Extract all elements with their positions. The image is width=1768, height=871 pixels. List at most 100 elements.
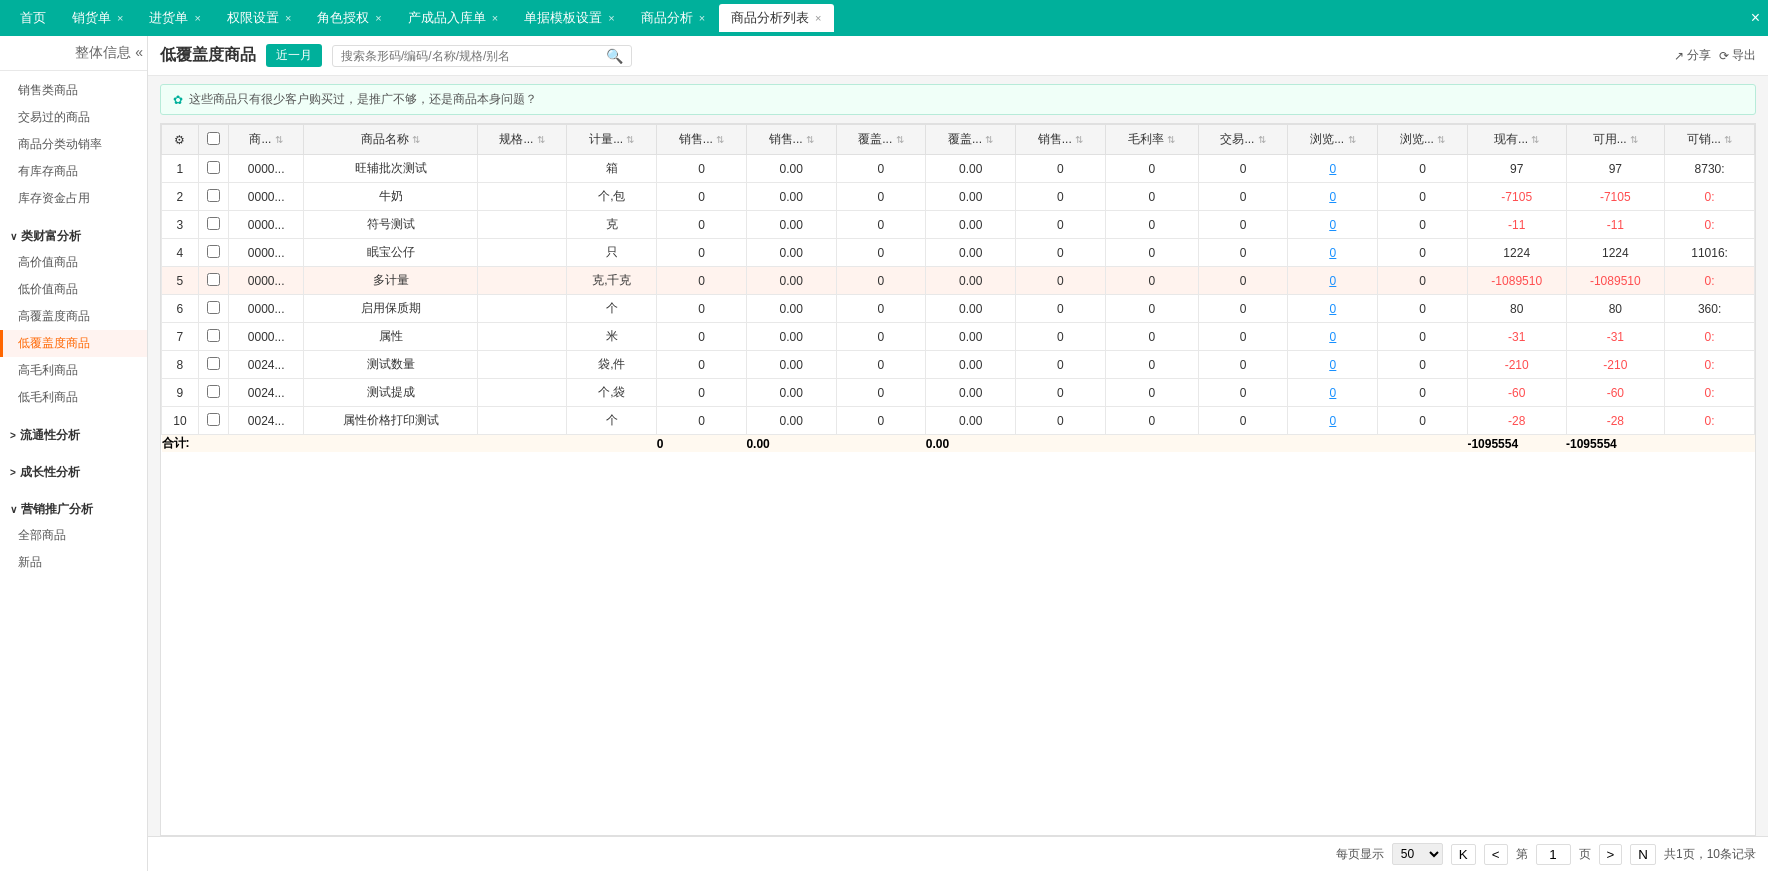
- sidebar-item-all-goods[interactable]: 全部商品: [0, 522, 147, 549]
- col-cov2[interactable]: 覆盖... ⇅: [926, 125, 1016, 155]
- row-browse1[interactable]: 0: [1288, 407, 1378, 435]
- row-checkbox[interactable]: [198, 267, 228, 295]
- nav-tab-analysis-list[interactable]: 商品分析列表 ×: [719, 4, 833, 32]
- col-sales3[interactable]: 销售... ⇅: [1016, 125, 1106, 155]
- row-browse1[interactable]: 0: [1288, 155, 1378, 183]
- sidebar-item-sales-goods[interactable]: 销售类商品: [0, 77, 147, 104]
- sidebar-item-high-coverage[interactable]: 高覆盖度商品: [0, 303, 147, 330]
- sidebar-group-marketing-title[interactable]: ∨ 营销推广分析: [0, 497, 147, 522]
- col-browse1[interactable]: 浏览... ⇅: [1288, 125, 1378, 155]
- sidebar-item-traded-goods[interactable]: 交易过的商品: [0, 104, 147, 131]
- col-code[interactable]: 商... ⇅: [228, 125, 303, 155]
- period-button[interactable]: 近一月: [266, 44, 322, 67]
- nav-tab-analysis-close[interactable]: ×: [699, 12, 705, 24]
- col-browse2[interactable]: 浏览... ⇅: [1378, 125, 1468, 155]
- col-name[interactable]: 商品名称 ⇅: [304, 125, 477, 155]
- row-cov1: 0: [836, 155, 926, 183]
- row-browse1[interactable]: 0: [1288, 379, 1378, 407]
- last-page-button[interactable]: N: [1630, 844, 1656, 865]
- sidebar-item-category-rate[interactable]: 商品分类动销率: [0, 131, 147, 158]
- row-browse1[interactable]: 0: [1288, 239, 1378, 267]
- nav-tab-analysis[interactable]: 商品分析 ×: [629, 4, 717, 32]
- row-checkbox[interactable]: [198, 211, 228, 239]
- nav-tab-product-entry-close[interactable]: ×: [492, 12, 498, 24]
- col-settings[interactable]: ⚙: [162, 125, 199, 155]
- nav-tab-permissions-close[interactable]: ×: [285, 12, 291, 24]
- row-sales1: 0: [657, 323, 747, 351]
- row-unit: 个: [567, 295, 657, 323]
- window-close-button[interactable]: ×: [1751, 9, 1760, 27]
- col-sales1[interactable]: 销售... ⇅: [657, 125, 747, 155]
- export-button[interactable]: ⟳ 导出: [1719, 47, 1756, 64]
- row-checkbox[interactable]: [198, 155, 228, 183]
- table-row: 1 0000... 旺辅批次测试 箱 0 0.00 0 0.00 0 0 0 0…: [162, 155, 1755, 183]
- page-size-select[interactable]: 50 20 100: [1392, 843, 1443, 865]
- row-checkbox[interactable]: [198, 323, 228, 351]
- row-unit: 个,包: [567, 183, 657, 211]
- row-browse1[interactable]: 0: [1288, 183, 1378, 211]
- row-unit: 个: [567, 407, 657, 435]
- row-sales3: 0: [1016, 407, 1106, 435]
- row-checkbox[interactable]: [198, 407, 228, 435]
- col-spec[interactable]: 规格... ⇅: [477, 125, 567, 155]
- sidebar-item-new-goods[interactable]: 新品: [0, 549, 147, 576]
- next-page-button[interactable]: >: [1599, 844, 1623, 865]
- row-code: 0024...: [228, 407, 303, 435]
- nav-tab-roles-close[interactable]: ×: [375, 12, 381, 24]
- row-checkbox[interactable]: [198, 351, 228, 379]
- sidebar-group-liquidity-title[interactable]: > 流通性分析: [0, 423, 147, 448]
- sidebar-item-high-margin[interactable]: 高毛利商品: [0, 357, 147, 384]
- sidebar-group-wealth-title[interactable]: ∨ 类财富分析: [0, 224, 147, 249]
- sidebar-group-growth-title[interactable]: > 成长性分析: [0, 460, 147, 485]
- sidebar-item-low-margin[interactable]: 低毛利商品: [0, 384, 147, 411]
- nav-tab-template[interactable]: 单据模板设置 ×: [512, 4, 626, 32]
- row-unit: 袋,件: [567, 351, 657, 379]
- search-icon[interactable]: 🔍: [606, 48, 623, 64]
- col-trade[interactable]: 交易... ⇅: [1198, 125, 1288, 155]
- select-all-checkbox[interactable]: [207, 132, 220, 145]
- top-navigation: 首页 销货单 × 进货单 × 权限设置 × 角色授权 × 产成品入库单 × 单据…: [0, 0, 1768, 36]
- nav-tab-permissions[interactable]: 权限设置 ×: [215, 4, 303, 32]
- row-browse1[interactable]: 0: [1288, 295, 1378, 323]
- nav-tab-purchase-close[interactable]: ×: [194, 12, 200, 24]
- sidebar-item-stock-goods[interactable]: 有库存商品: [0, 158, 147, 185]
- sidebar-collapse-button[interactable]: 整体信息 «: [0, 36, 147, 71]
- share-button[interactable]: ↗ 分享: [1674, 47, 1711, 64]
- row-checkbox[interactable]: [198, 183, 228, 211]
- sidebar-item-stock-capital[interactable]: 库存资金占用: [0, 185, 147, 212]
- row-browse1[interactable]: 0: [1288, 267, 1378, 295]
- row-browse1[interactable]: 0: [1288, 211, 1378, 239]
- row-checkbox[interactable]: [198, 379, 228, 407]
- nav-tab-home[interactable]: 首页: [8, 9, 58, 27]
- col-sellable[interactable]: 可销... ⇅: [1665, 125, 1755, 155]
- search-input[interactable]: [341, 49, 602, 63]
- col-avail[interactable]: 可用... ⇅: [1566, 125, 1665, 155]
- page-number-input[interactable]: [1536, 844, 1571, 865]
- sidebar-item-low-coverage[interactable]: 低覆盖度商品: [0, 330, 147, 357]
- first-page-button[interactable]: K: [1451, 844, 1476, 865]
- nav-tab-template-close[interactable]: ×: [608, 12, 614, 24]
- row-checkbox[interactable]: [198, 239, 228, 267]
- nav-tab-roles[interactable]: 角色授权 ×: [305, 4, 393, 32]
- col-unit[interactable]: 计量... ⇅: [567, 125, 657, 155]
- data-table-container[interactable]: ⚙ 商... ⇅ 商品名称 ⇅ 规格... ⇅ 计量... ⇅ 销售... ⇅ …: [160, 123, 1756, 836]
- nav-tab-sales[interactable]: 销货单 ×: [60, 4, 135, 32]
- nav-tab-analysis-list-close[interactable]: ×: [815, 12, 821, 24]
- nav-tab-purchase[interactable]: 进货单 ×: [137, 4, 212, 32]
- row-checkbox[interactable]: [198, 295, 228, 323]
- row-no: 6: [162, 295, 199, 323]
- col-stock[interactable]: 现有... ⇅: [1467, 125, 1566, 155]
- table-row: 10 0024... 属性价格打印测试 个 0 0.00 0 0.00 0 0 …: [162, 407, 1755, 435]
- col-cov1[interactable]: 覆盖... ⇅: [836, 125, 926, 155]
- row-browse1[interactable]: 0: [1288, 351, 1378, 379]
- row-browse1[interactable]: 0: [1288, 323, 1378, 351]
- nav-tab-product-entry[interactable]: 产成品入库单 ×: [396, 4, 510, 32]
- sidebar-item-high-value[interactable]: 高价值商品: [0, 249, 147, 276]
- sidebar-item-low-value[interactable]: 低价值商品: [0, 276, 147, 303]
- prev-page-button[interactable]: <: [1484, 844, 1508, 865]
- col-margin[interactable]: 毛利率 ⇅: [1105, 125, 1198, 155]
- col-sales2[interactable]: 销售... ⇅: [746, 125, 836, 155]
- col-checkbox[interactable]: [198, 125, 228, 155]
- row-browse2: 0: [1378, 155, 1468, 183]
- nav-tab-sales-close[interactable]: ×: [117, 12, 123, 24]
